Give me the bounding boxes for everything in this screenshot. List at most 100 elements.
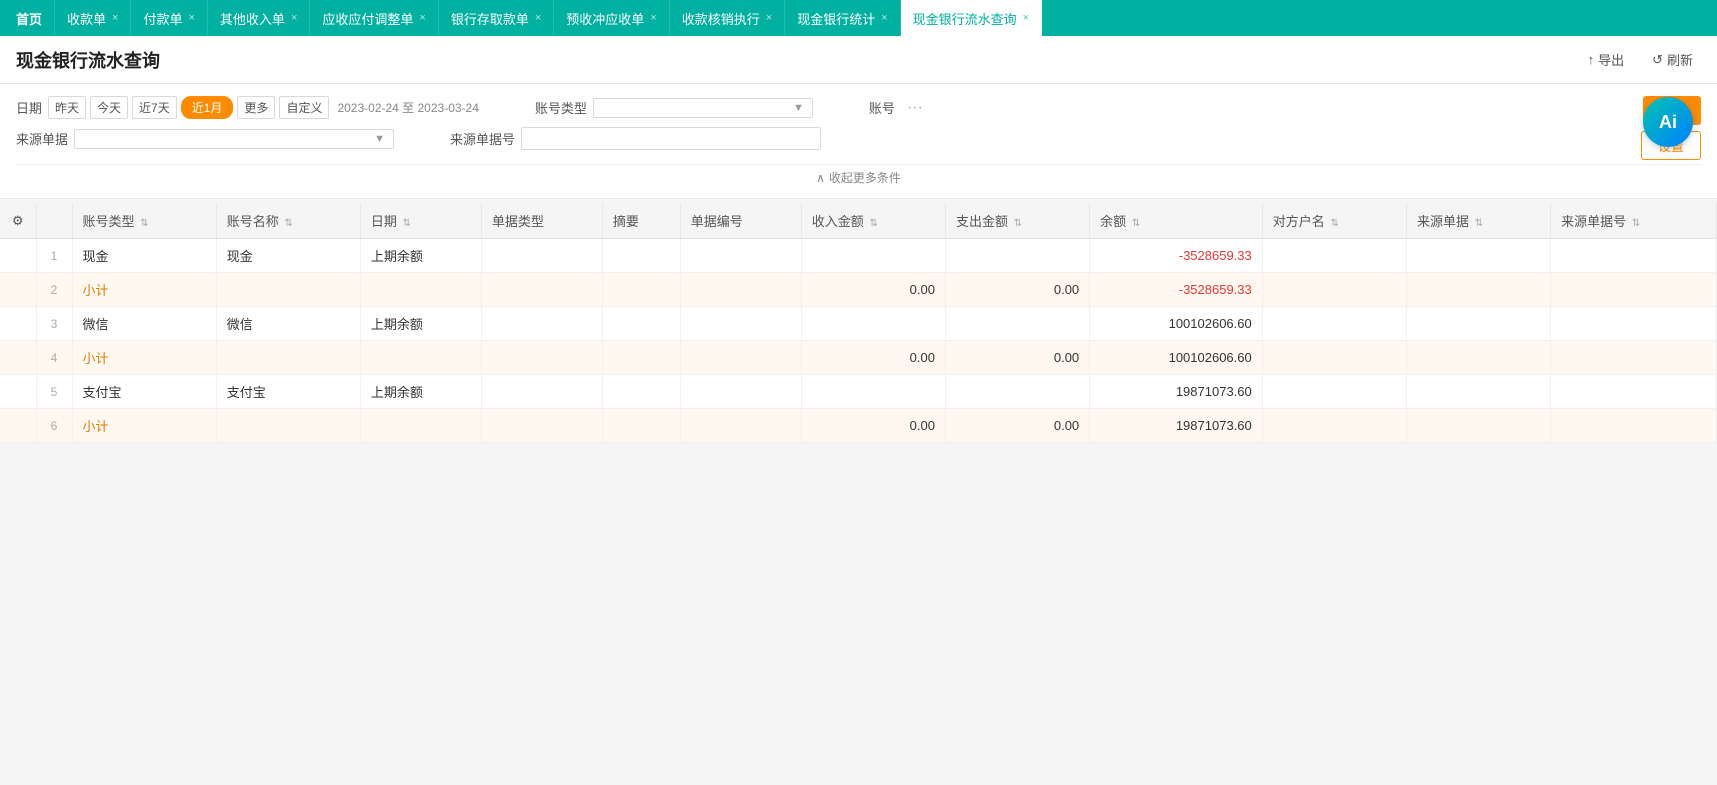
close-ar-ap-adjust-icon[interactable]: ×: [419, 12, 425, 24]
row-account-name: [216, 273, 360, 307]
column-row-num: [36, 203, 72, 239]
close-pre-receipt-icon[interactable]: ×: [650, 12, 656, 24]
column-income[interactable]: 收入金额 ⇅: [801, 203, 945, 239]
source-doc-select[interactable]: ▼: [74, 129, 394, 149]
close-cash-bank-flow-icon[interactable]: ×: [1023, 12, 1029, 24]
row-summary: [602, 273, 680, 307]
table-row: 1 现金 现金 上期余额 -3528659.33: [0, 239, 1717, 273]
row-gear-icon[interactable]: [0, 409, 36, 443]
row-income: [801, 375, 945, 409]
export-button[interactable]: ↑ 导出: [1580, 46, 1633, 73]
close-cash-bank-stats-icon[interactable]: ×: [881, 12, 887, 24]
row-account-type: 小计: [72, 273, 216, 307]
row-income: [801, 239, 945, 273]
column-source-doc-label: 来源单据: [1417, 214, 1469, 229]
row-expense: [945, 375, 1089, 409]
table-row: 2 小计 0.00 0.00 -3528659.33: [0, 273, 1717, 307]
row-date: [360, 341, 481, 375]
table-body: 1 现金 现金 上期余额 -3528659.33 2 小计 0.00 0.00 …: [0, 239, 1717, 443]
row-source-doc: [1406, 409, 1550, 443]
date-btn-yesterday[interactable]: 昨天: [48, 96, 86, 119]
column-expense[interactable]: 支出金额 ⇅: [945, 203, 1089, 239]
close-collection-exec-icon[interactable]: ×: [766, 12, 772, 24]
row-date: 上期余额: [360, 239, 481, 273]
row-gear-icon[interactable]: [0, 239, 36, 273]
row-balance: 19871073.60: [1090, 409, 1263, 443]
source-doc-no-input[interactable]: [521, 127, 821, 150]
nav-tab-receipts-label: 收款单: [67, 9, 106, 28]
refresh-button[interactable]: ↺ 刷新: [1644, 46, 1701, 73]
row-counterpart: [1262, 307, 1406, 341]
nav-tab-ar-ap-adjust[interactable]: 应收应付调整单 ×: [310, 0, 438, 36]
column-doc-no-label: 单据编号: [691, 214, 743, 229]
sort-date-icon: ⇅: [403, 218, 411, 229]
row-gear-icon[interactable]: [0, 273, 36, 307]
date-btn-1month[interactable]: 近1月: [181, 96, 234, 119]
row-doc-type: [481, 375, 602, 409]
row-expense: 0.00: [945, 341, 1089, 375]
collapse-bar[interactable]: ∧ 收起更多条件: [16, 164, 1701, 190]
column-balance[interactable]: 余额 ⇅: [1090, 203, 1263, 239]
row-summary: [602, 239, 680, 273]
row-number: 2: [36, 273, 72, 307]
nav-tab-pre-receipt[interactable]: 预收冲应收单 ×: [554, 0, 669, 36]
date-btn-custom[interactable]: 自定义: [279, 96, 329, 119]
column-source-doc-no-label: 来源单据号: [1561, 214, 1626, 229]
date-btn-more[interactable]: 更多: [237, 96, 275, 119]
column-summary[interactable]: 摘要: [602, 203, 680, 239]
nav-tab-other-income[interactable]: 其他收入单 ×: [208, 0, 310, 36]
column-doc-type[interactable]: 单据类型: [481, 203, 602, 239]
column-account-type[interactable]: 账号类型 ⇅: [72, 203, 216, 239]
close-other-income-icon[interactable]: ×: [291, 12, 297, 24]
sort-income-icon: ⇅: [869, 218, 877, 229]
column-counterpart[interactable]: 对方户名 ⇅: [1262, 203, 1406, 239]
nav-tab-cash-bank-stats[interactable]: 现金银行统计 ×: [785, 0, 900, 36]
refresh-label: 刷新: [1667, 50, 1693, 69]
row-balance: 100102606.60: [1090, 307, 1263, 341]
row-source-doc: [1406, 307, 1550, 341]
row-gear-icon[interactable]: [0, 307, 36, 341]
column-account-name[interactable]: 账号名称 ⇅: [216, 203, 360, 239]
nav-tab-receipts[interactable]: 收款单 ×: [55, 0, 131, 36]
close-bank-deposit-icon[interactable]: ×: [535, 12, 541, 24]
collapse-label: 收起更多条件: [829, 169, 901, 186]
date-btn-7days[interactable]: 近7天: [132, 96, 177, 119]
header-actions: ↑ 导出 ↺ 刷新: [1580, 46, 1701, 73]
column-source-doc-no[interactable]: 来源单据号 ⇅: [1551, 203, 1717, 239]
nav-tab-collection-exec[interactable]: 收款核销执行 ×: [670, 0, 785, 36]
account-label: 账号: [869, 98, 895, 117]
row-counterpart: [1262, 273, 1406, 307]
account-dots-button[interactable]: ···: [901, 99, 929, 117]
column-doc-no[interactable]: 单据编号: [680, 203, 801, 239]
column-date[interactable]: 日期 ⇅: [360, 203, 481, 239]
nav-tab-cash-bank-flow[interactable]: 现金银行流水查询 ×: [901, 0, 1042, 36]
column-gear[interactable]: ⚙: [0, 203, 36, 239]
nav-tab-bank-deposit[interactable]: 银行存取款单 ×: [439, 0, 554, 36]
row-date: 上期余额: [360, 375, 481, 409]
close-payments-icon[interactable]: ×: [188, 12, 194, 24]
column-summary-label: 摘要: [613, 214, 639, 229]
nav-tab-payments[interactable]: 付款单 ×: [131, 0, 207, 36]
page-title: 现金银行流水查询: [16, 47, 160, 73]
row-gear-icon[interactable]: [0, 341, 36, 375]
row-doc-type: [481, 341, 602, 375]
row-date: [360, 409, 481, 443]
date-btn-today[interactable]: 今天: [90, 96, 128, 119]
row-account-type: 微信: [72, 307, 216, 341]
nav-tab-home[interactable]: 首页: [4, 0, 55, 36]
row-income: 0.00: [801, 273, 945, 307]
row-doc-no: [680, 307, 801, 341]
row-summary: [602, 409, 680, 443]
table-row: 3 微信 微信 上期余额 100102606.60: [0, 307, 1717, 341]
row-doc-no: [680, 273, 801, 307]
row-number: 5: [36, 375, 72, 409]
account-type-select[interactable]: ▼: [593, 98, 813, 118]
row-counterpart: [1262, 375, 1406, 409]
table-row: 5 支付宝 支付宝 上期余额 19871073.60: [0, 375, 1717, 409]
column-source-doc[interactable]: 来源单据 ⇅: [1406, 203, 1550, 239]
close-receipts-icon[interactable]: ×: [112, 12, 118, 24]
row-source-doc-no: [1551, 341, 1717, 375]
row-source-doc: [1406, 341, 1550, 375]
row-gear-icon[interactable]: [0, 375, 36, 409]
ai-assistant-button[interactable]: Ai: [1643, 97, 1693, 147]
